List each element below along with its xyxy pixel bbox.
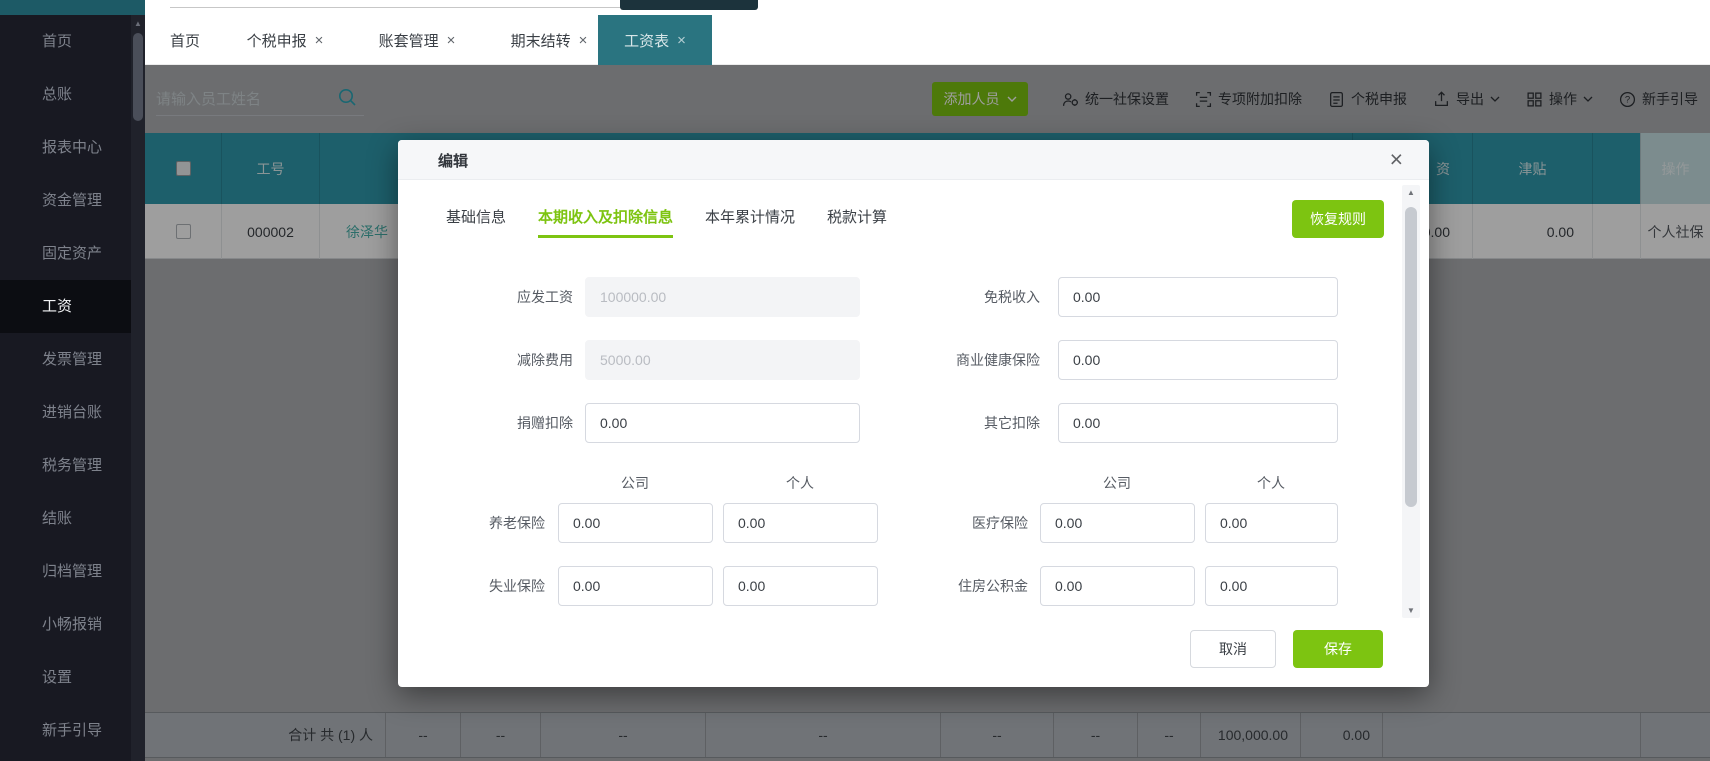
sidebar-item-expense[interactable]: 小畅报销: [0, 598, 131, 651]
tab-bar: 首页 个税申报 × 账套管理 × 期末结转 × 工资表 ×: [145, 15, 1710, 65]
app-window: 首页 总账 报表中心 资金管理 固定资产 工资 发票管理 进销台账 税务管理 结…: [0, 0, 1710, 761]
cancel-button[interactable]: 取消: [1190, 630, 1276, 668]
col-header-personal: 个人: [1257, 475, 1285, 491]
housing-fund-company-input[interactable]: [1040, 566, 1195, 606]
field-label-donation-deduction: 捐赠扣除: [517, 415, 573, 431]
modal-tab-basic-info[interactable]: 基础信息: [446, 206, 506, 231]
other-deduction-input[interactable]: [1058, 403, 1338, 443]
field-label-deduction-expense: 减除费用: [517, 352, 573, 368]
restore-rules-button[interactable]: 恢复规则: [1292, 200, 1384, 238]
gross-salary-input: [585, 277, 860, 317]
modal-tab-tax-calc[interactable]: 税款计算: [827, 206, 887, 231]
sidebar-item-settings[interactable]: 设置: [0, 651, 131, 704]
modal-scrollbar-thumb[interactable]: [1405, 207, 1417, 507]
sidebar-item-invoice[interactable]: 发票管理: [0, 333, 131, 386]
top-dark-block: [620, 0, 758, 10]
unemployment-company-input[interactable]: [558, 566, 713, 606]
logo-strip: [0, 0, 145, 15]
modal-tab-yearly-summary[interactable]: 本年累计情况: [705, 206, 795, 231]
sidebar-scrollbar-thumb[interactable]: [133, 33, 143, 121]
field-label-health-insurance: 商业健康保险: [956, 352, 1040, 368]
pension-personal-input[interactable]: [723, 503, 878, 543]
pension-company-input[interactable]: [558, 503, 713, 543]
sidebar-item-general-ledger[interactable]: 总账: [0, 68, 131, 121]
save-button[interactable]: 保存: [1293, 630, 1383, 668]
housing-fund-personal-input[interactable]: [1205, 566, 1338, 606]
field-label-gross-salary: 应发工资: [517, 289, 573, 305]
field-label-medical: 医疗保险: [972, 515, 1028, 531]
tab-personal-tax[interactable]: 个税申报 ×: [230, 15, 340, 65]
field-label-tax-free-income: 免税收入: [984, 289, 1040, 305]
sidebar-item-salary[interactable]: 工资: [0, 280, 131, 333]
donation-deduction-input[interactable]: [585, 403, 860, 443]
sidebar-item-purchase-sale[interactable]: 进销台账: [0, 386, 131, 439]
sidebar-nav: 首页 总账 报表中心 资金管理 固定资产 工资 发票管理 进销台账 税务管理 结…: [0, 15, 131, 757]
modal-header: 编辑 ×: [398, 140, 1429, 180]
field-label-unemployment: 失业保险: [489, 578, 545, 594]
sidebar-item-fixed-assets[interactable]: 固定资产: [0, 227, 131, 280]
tab-period-end[interactable]: 期末结转 ×: [494, 15, 604, 65]
sidebar-item-tax[interactable]: 税务管理: [0, 439, 131, 492]
field-label-housing-fund: 住房公积金: [958, 578, 1028, 594]
modal-title: 编辑: [438, 153, 469, 170]
sidebar-scrollbar[interactable]: ▲: [131, 15, 145, 761]
health-insurance-input[interactable]: [1058, 340, 1338, 380]
modal-tabs: 基础信息 本期收入及扣除信息 本年累计情况 税款计算: [446, 206, 887, 238]
close-icon[interactable]: ×: [1390, 146, 1403, 172]
col-header-company: 公司: [1103, 475, 1131, 491]
sidebar-item-home[interactable]: 首页: [0, 15, 131, 68]
medical-company-input[interactable]: [1040, 503, 1195, 543]
tab-close-icon[interactable]: ×: [315, 32, 324, 49]
edit-modal: 编辑 × 基础信息 本期收入及扣除信息 本年累计情况 税款计算 恢复规则 应发工…: [398, 140, 1429, 687]
tab-close-icon[interactable]: ×: [447, 32, 456, 49]
tax-free-income-input[interactable]: [1058, 277, 1338, 317]
scroll-down-icon[interactable]: ▼: [1402, 606, 1420, 615]
deduction-expense-input: [585, 340, 860, 380]
modal-scrollbar[interactable]: ▲ ▼: [1402, 185, 1420, 618]
medical-personal-input[interactable]: [1205, 503, 1338, 543]
sidebar-item-guide[interactable]: 新手引导: [0, 704, 131, 757]
field-label-pension: 养老保险: [489, 515, 545, 531]
sidebar-item-closing[interactable]: 结账: [0, 492, 131, 545]
sidebar-item-archive[interactable]: 归档管理: [0, 545, 131, 598]
sidebar-item-report-center[interactable]: 报表中心: [0, 121, 131, 174]
field-label-other-deduction: 其它扣除: [984, 415, 1040, 431]
tab-account-set[interactable]: 账套管理 ×: [362, 15, 472, 65]
sidebar: 首页 总账 报表中心 资金管理 固定资产 工资 发票管理 进销台账 税务管理 结…: [0, 0, 145, 761]
sidebar-item-funds[interactable]: 资金管理: [0, 174, 131, 227]
col-header-company: 公司: [621, 475, 649, 491]
tab-home[interactable]: 首页: [150, 15, 220, 65]
tab-close-icon[interactable]: ×: [579, 32, 588, 49]
modal-tab-income-deduction[interactable]: 本期收入及扣除信息: [538, 206, 674, 238]
col-header-personal: 个人: [786, 475, 814, 491]
tab-salary-sheet[interactable]: 工资表 ×: [598, 15, 712, 65]
unemployment-personal-input[interactable]: [723, 566, 878, 606]
scroll-up-icon[interactable]: ▲: [1402, 188, 1420, 197]
tab-close-icon[interactable]: ×: [677, 32, 686, 49]
scroll-up-icon[interactable]: ▲: [131, 19, 145, 28]
